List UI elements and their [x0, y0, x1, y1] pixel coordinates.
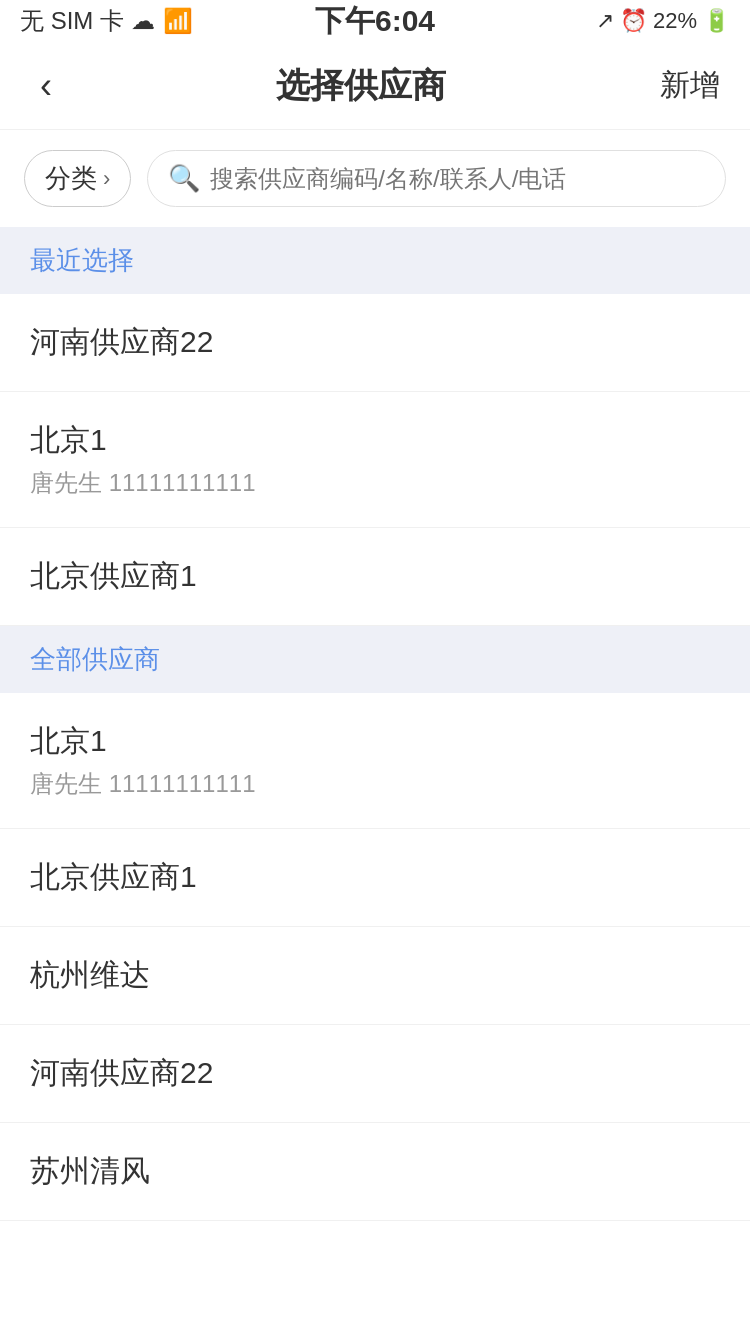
item-name: 北京1: [30, 721, 720, 762]
status-bar: 无 SIM 卡 ☁ 📶 下午6:04 ↗ ⏰ 22% 🔋: [0, 0, 750, 42]
list-item[interactable]: 杭州维达: [0, 927, 750, 1025]
item-name: 北京供应商1: [30, 857, 720, 898]
nav-bar: ‹ 选择供应商 新增: [0, 42, 750, 130]
list-item[interactable]: 河南供应商22: [0, 1025, 750, 1123]
category-label: 分类: [45, 161, 97, 196]
status-right: ↗ ⏰ 22% 🔋: [596, 8, 730, 34]
recent-section-header: 最近选择: [0, 227, 750, 294]
item-name: 河南供应商22: [30, 322, 720, 363]
battery-label: 22%: [653, 8, 697, 34]
category-button[interactable]: 分类 ›: [24, 150, 131, 207]
list-item[interactable]: 北京供应商1: [0, 528, 750, 626]
item-sub: 唐先生 11111111111: [30, 768, 720, 800]
item-name: 杭州维达: [30, 955, 720, 996]
item-name: 河南供应商22: [30, 1053, 720, 1094]
wifi-icon: 📶: [163, 7, 193, 35]
chevron-right-icon: ›: [103, 166, 110, 192]
recent-list: 河南供应商22 北京1 唐先生 11111111111 北京供应商1: [0, 294, 750, 626]
battery-icon: 🔋: [703, 8, 730, 34]
page-title: 选择供应商: [276, 63, 446, 109]
item-sub: 唐先生 11111111111: [30, 467, 720, 499]
status-left: 无 SIM 卡 ☁ 📶: [20, 5, 193, 37]
add-button[interactable]: 新增: [660, 65, 720, 106]
alarm-icon: ⏰: [620, 8, 647, 34]
location-icon: ↗: [596, 8, 614, 34]
search-box: 🔍: [147, 150, 726, 207]
back-button[interactable]: ‹: [30, 55, 62, 117]
item-name: 北京供应商1: [30, 556, 720, 597]
item-name: 北京1: [30, 420, 720, 461]
search-icon: 🔍: [168, 163, 200, 194]
item-name: 苏州清风: [30, 1151, 720, 1192]
list-item[interactable]: 苏州清风: [0, 1123, 750, 1221]
list-item[interactable]: 河南供应商22: [0, 294, 750, 392]
sim-label: 无 SIM 卡 ☁: [20, 5, 155, 37]
all-section-header: 全部供应商: [0, 626, 750, 693]
all-list: 北京1 唐先生 11111111111 北京供应商1 杭州维达河南供应商22 苏州清风: [0, 693, 750, 1221]
search-input[interactable]: [210, 165, 705, 193]
list-item[interactable]: 北京1 唐先生 11111111111: [0, 392, 750, 528]
list-item[interactable]: 北京1 唐先生 11111111111: [0, 693, 750, 829]
filter-bar: 分类 › 🔍: [0, 130, 750, 227]
list-item[interactable]: 北京供应商1: [0, 829, 750, 927]
status-time: 下午6:04: [315, 1, 435, 42]
